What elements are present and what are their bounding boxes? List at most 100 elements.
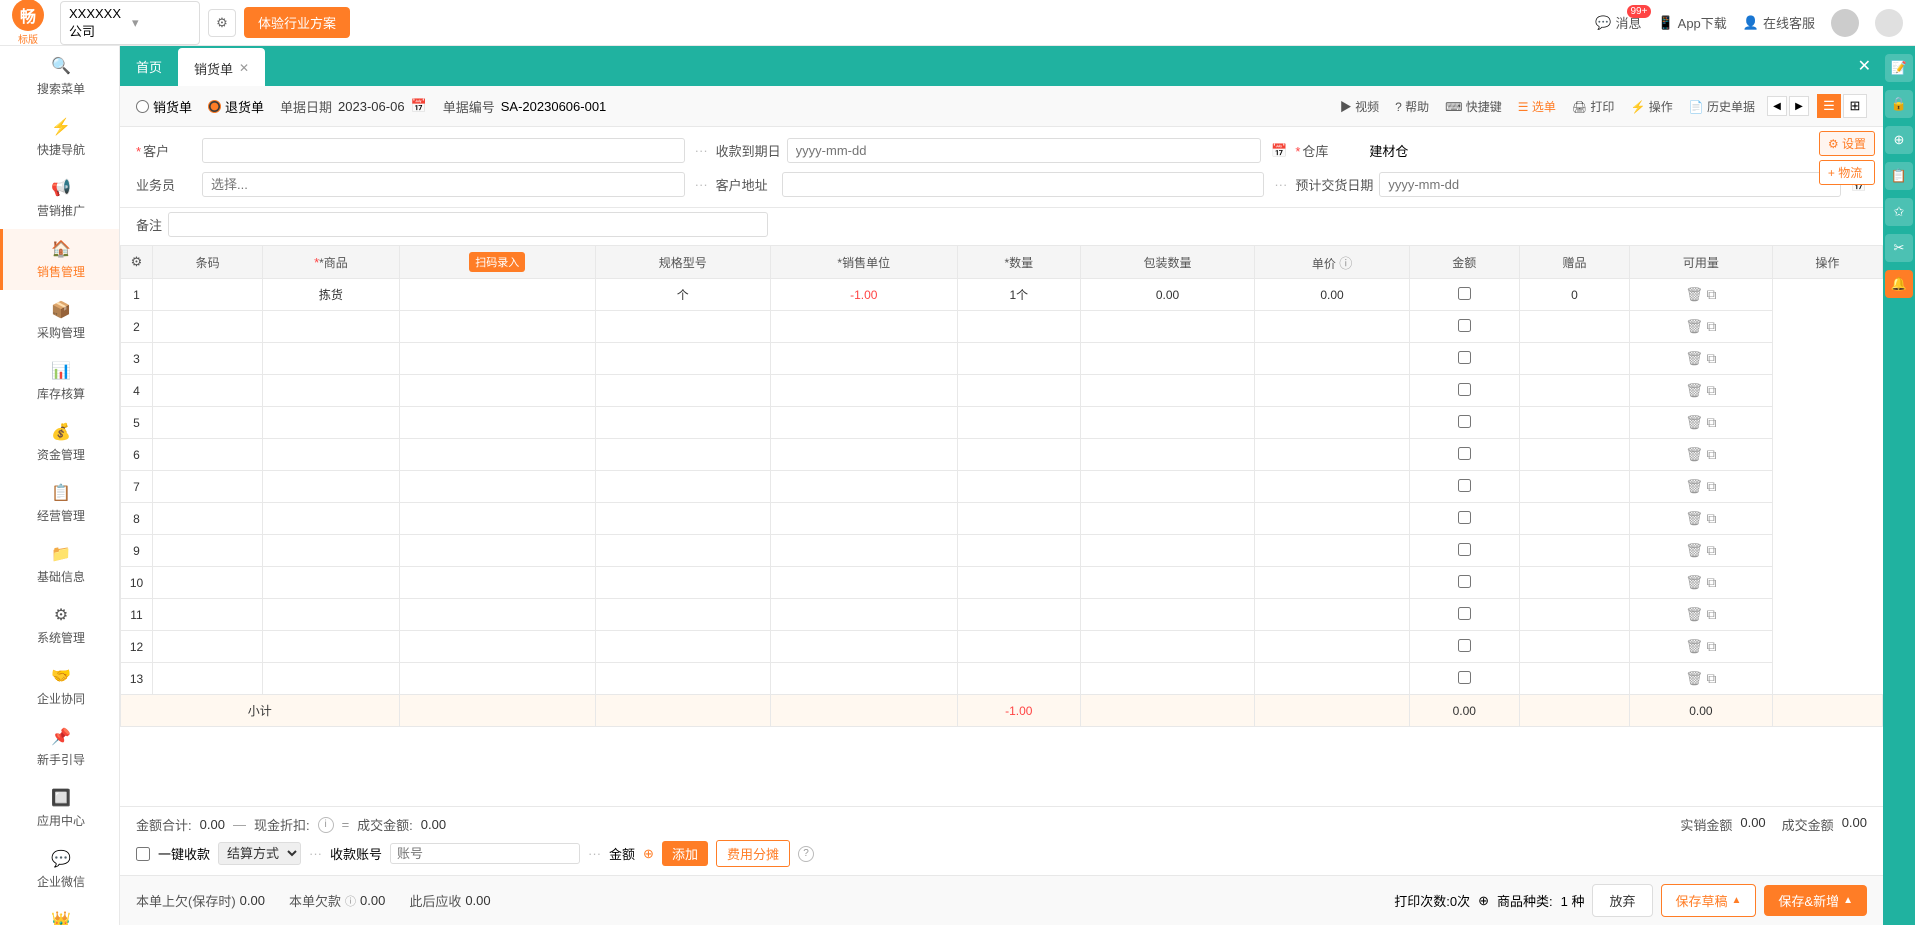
gift-checkbox[interactable] — [1458, 607, 1471, 620]
row-quantity[interactable] — [770, 439, 957, 471]
sidebar-item-system[interactable]: ⚙ 系统管理 — [0, 595, 119, 656]
row-unit[interactable] — [595, 407, 770, 439]
settle-dots[interactable]: ··· — [309, 846, 322, 861]
row-unit[interactable] — [595, 311, 770, 343]
tab-close-icon[interactable]: ✕ — [239, 61, 249, 75]
trial-button[interactable]: 体验行业方案 — [244, 7, 350, 38]
row-quantity[interactable] — [770, 471, 957, 503]
row-product[interactable] — [263, 535, 399, 567]
row-gift[interactable] — [1409, 471, 1519, 503]
sidebar-item-marketing[interactable]: 📢 营销推广 — [0, 168, 119, 229]
delete-icon[interactable]: 🗑 — [1685, 318, 1703, 334]
delete-icon[interactable]: 🗑 — [1685, 510, 1703, 526]
copy-icon[interactable]: ⧉ — [1706, 574, 1716, 590]
expense-info-icon[interactable]: ? — [798, 846, 814, 862]
sidebar-item-appstore[interactable]: 🔲 应用中心 — [0, 778, 119, 839]
right-panel-btn-4[interactable]: 📋 — [1885, 162, 1913, 190]
copy-icon[interactable]: ⧉ — [1706, 638, 1716, 654]
grid-view-btn[interactable]: ⊞ — [1843, 94, 1867, 118]
row-unit[interactable] — [595, 471, 770, 503]
close-all-icon[interactable]: ✕ — [1858, 56, 1871, 76]
salesperson-input[interactable] — [202, 172, 685, 197]
row-spec[interactable] — [399, 503, 595, 535]
row-amount[interactable] — [1255, 311, 1409, 343]
row-quantity[interactable]: -1.00 — [770, 279, 957, 311]
row-quantity[interactable] — [770, 631, 957, 663]
row-unit[interactable]: 个 — [595, 279, 770, 311]
delete-icon[interactable]: 🗑 — [1685, 574, 1703, 590]
row-unit-price[interactable] — [1080, 343, 1255, 375]
delete-icon[interactable]: 🗑 — [1685, 670, 1703, 686]
overdue-info-icon[interactable]: ⓘ — [345, 893, 356, 909]
copy-icon[interactable]: ⧉ — [1706, 446, 1716, 462]
row-pkg-qty[interactable] — [957, 535, 1080, 567]
row-quantity[interactable] — [770, 343, 957, 375]
toolbar-help[interactable]: ? 帮助 — [1391, 96, 1433, 117]
save-new-button[interactable]: 保存&新增 ▲ — [1764, 885, 1867, 916]
notes-input[interactable] — [168, 212, 768, 237]
delete-icon[interactable]: 🗑 — [1685, 382, 1703, 398]
row-pkg-qty[interactable] — [957, 631, 1080, 663]
row-unit[interactable] — [595, 375, 770, 407]
row-gift[interactable] — [1409, 439, 1519, 471]
copy-icon[interactable]: ⧉ — [1706, 350, 1716, 366]
sidebar-item-search[interactable]: 🔍 搜索菜单 — [0, 46, 119, 107]
row-product[interactable] — [263, 343, 399, 375]
customer-addr-input[interactable] — [782, 172, 1265, 197]
settings-button[interactable]: ⚙ 设置 — [1819, 131, 1875, 156]
row-barcode[interactable] — [153, 471, 263, 503]
gift-checkbox[interactable] — [1458, 639, 1471, 652]
row-quantity[interactable] — [770, 503, 957, 535]
row-gift[interactable] — [1409, 599, 1519, 631]
copy-icon[interactable]: ⧉ — [1706, 606, 1716, 622]
next-arrow[interactable]: ▶ — [1789, 96, 1809, 116]
row-product[interactable] — [263, 503, 399, 535]
row-gift[interactable] — [1409, 279, 1519, 311]
row-product[interactable] — [263, 407, 399, 439]
tab-sales-order[interactable]: 销货单 ✕ — [178, 48, 265, 88]
message-button[interactable]: 💬 消息 99+ — [1595, 13, 1641, 32]
row-amount[interactable]: 0.00 — [1255, 279, 1409, 311]
row-product[interactable]: 拣货 — [263, 279, 399, 311]
row-unit[interactable] — [595, 503, 770, 535]
row-product[interactable] — [263, 599, 399, 631]
row-amount[interactable] — [1255, 631, 1409, 663]
row-amount[interactable] — [1255, 471, 1409, 503]
row-amount[interactable] — [1255, 343, 1409, 375]
row-pkg-qty[interactable] — [957, 567, 1080, 599]
customer-input[interactable] — [202, 138, 685, 163]
row-product[interactable] — [263, 311, 399, 343]
row-barcode[interactable] — [153, 663, 263, 695]
toolbar-shortcut[interactable]: ⌨ 快捷键 — [1441, 96, 1506, 117]
right-panel-btn-1[interactable]: 📝 — [1885, 54, 1913, 82]
abandon-button[interactable]: 放弃 — [1592, 884, 1652, 917]
row-quantity[interactable] — [770, 407, 957, 439]
row-pkg-qty[interactable] — [957, 343, 1080, 375]
row-product[interactable] — [263, 375, 399, 407]
row-amount[interactable] — [1255, 375, 1409, 407]
th-gear[interactable]: ⚙ — [121, 246, 153, 279]
copy-icon[interactable]: ⧉ — [1706, 510, 1716, 526]
right-panel-btn-2[interactable]: 🔒 — [1885, 90, 1913, 118]
payment-calendar-icon[interactable]: 📅 — [1271, 143, 1287, 159]
row-barcode[interactable] — [153, 535, 263, 567]
copy-icon[interactable]: ⧉ — [1706, 286, 1716, 302]
toolbar-history[interactable]: 📄 历史单据 — [1685, 96, 1759, 117]
gift-checkbox[interactable] — [1458, 351, 1471, 364]
delete-icon[interactable]: 🗑 — [1685, 606, 1703, 622]
radio-return-input[interactable] — [208, 100, 221, 113]
sidebar-item-operation[interactable]: 📋 经营管理 — [0, 473, 119, 534]
online-service-button[interactable]: 👤 在线客服 — [1743, 13, 1815, 32]
row-unit-price[interactable] — [1080, 663, 1255, 695]
row-barcode[interactable] — [153, 311, 263, 343]
sidebar-item-basic[interactable]: 📁 基础信息 — [0, 534, 119, 595]
gift-checkbox[interactable] — [1458, 447, 1471, 460]
row-barcode[interactable] — [153, 407, 263, 439]
row-unit-price[interactable] — [1080, 599, 1255, 631]
expense-button[interactable]: 费用分摊 — [716, 840, 790, 867]
right-panel-btn-3[interactable]: ⊕ — [1885, 126, 1913, 154]
row-spec[interactable] — [399, 407, 595, 439]
row-unit[interactable] — [595, 631, 770, 663]
copy-icon[interactable]: ⧉ — [1706, 414, 1716, 430]
row-amount[interactable] — [1255, 535, 1409, 567]
